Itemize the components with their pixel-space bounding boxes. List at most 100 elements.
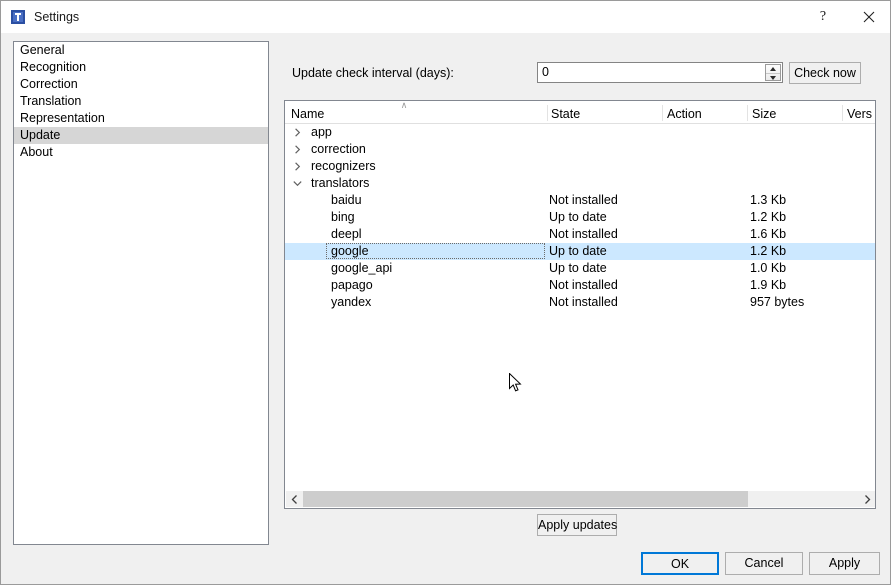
cell-size: 1.3 Kb	[750, 192, 845, 209]
cell-vers	[845, 260, 875, 277]
table-row[interactable]: recognizers	[285, 158, 875, 175]
divider	[1, 546, 891, 547]
cell-state	[549, 175, 661, 192]
scroll-left-button[interactable]	[286, 491, 303, 507]
table-row[interactable]: baidu Not installed 1.3 Kb	[285, 192, 875, 209]
sidebar-item-label: Correction	[20, 77, 78, 91]
table-row[interactable]: deeplNot installed1.6 Kb	[285, 226, 875, 243]
chevron-left-icon	[291, 495, 298, 504]
cell-state: Not installed	[549, 192, 661, 209]
updates-tree-panel: ∧ Name State Action Size Vers appcorrect…	[284, 100, 876, 509]
sidebar-item-label: Update	[20, 128, 60, 142]
chevron-down-icon[interactable]	[291, 175, 305, 192]
sidebar-item-correction[interactable]: Correction	[14, 76, 268, 93]
cell-state: Up to date	[549, 260, 661, 277]
sidebar-item-recognition[interactable]: Recognition	[14, 59, 268, 76]
app-icon	[10, 9, 26, 25]
chevron-right-icon[interactable]	[291, 158, 305, 175]
sidebar-item-label: Representation	[20, 111, 105, 125]
sidebar-item-label: General	[20, 43, 64, 57]
cell-size	[750, 141, 845, 158]
cancel-button[interactable]: Cancel	[725, 552, 803, 575]
cell-size: 1.9 Kb	[750, 277, 845, 294]
cell-name: baidu	[285, 192, 545, 209]
spinner-buttons[interactable]	[765, 64, 781, 81]
table-row[interactable]: translators	[285, 175, 875, 192]
column-header-size[interactable]: Size	[752, 106, 840, 124]
sidebar-item-representation[interactable]: Representation	[14, 110, 268, 127]
table-row[interactable]: googleUp to date1.2 Kb	[285, 243, 875, 260]
help-button[interactable]: ?	[800, 1, 846, 33]
help-icon: ?	[800, 1, 846, 33]
cell-vers	[845, 158, 875, 175]
table-row[interactable]: bingUp to date1.2 Kb	[285, 209, 875, 226]
cell-state	[549, 141, 661, 158]
update-interval-spinbox[interactable]: 0	[537, 62, 783, 83]
cell-vers	[845, 294, 875, 311]
cell-name-label: papago	[331, 277, 373, 294]
check-now-button[interactable]: Check now	[789, 62, 861, 84]
cell-name-label: baidu	[331, 192, 362, 209]
sidebar-item-general[interactable]: General	[14, 42, 268, 59]
column-header-action[interactable]: Action	[667, 106, 745, 124]
scroll-right-button[interactable]	[859, 491, 876, 507]
cell-action	[665, 192, 750, 209]
chevron-right-icon	[864, 495, 871, 504]
category-list[interactable]: General RecognitionCorrection Translation R…	[13, 41, 269, 545]
cell-name: correction	[285, 141, 545, 158]
table-row[interactable]: papago Not installed 1.9 Kb	[285, 277, 875, 294]
scrollbar-track[interactable]	[303, 491, 859, 507]
cell-name-label: app	[311, 124, 332, 141]
header-separator	[662, 105, 663, 121]
cell-action	[665, 158, 750, 175]
chevron-right-icon[interactable]	[291, 141, 305, 158]
column-header-version[interactable]: Vers	[847, 106, 875, 124]
cell-name-label: google	[331, 243, 369, 260]
cell-vers	[845, 175, 875, 192]
cell-state: Up to date	[549, 209, 661, 226]
cell-action	[665, 294, 750, 311]
table-row[interactable]: google_apiUp to date 1.0 Kb	[285, 260, 875, 277]
sidebar-item-about[interactable]: About	[14, 144, 268, 161]
chevron-up-icon	[770, 67, 776, 71]
cell-name: google	[285, 243, 545, 260]
cell-name: google_api	[285, 260, 545, 277]
cell-vers	[845, 226, 875, 243]
cell-state	[549, 158, 661, 175]
chevron-down-icon	[770, 76, 776, 80]
chevron-right-icon[interactable]	[291, 124, 305, 141]
cell-size: 1.6 Kb	[750, 226, 845, 243]
cell-vers	[845, 209, 875, 226]
title-bar: Settings ?	[1, 1, 891, 33]
cell-name: bing	[285, 209, 545, 226]
cell-state: Not installed	[549, 277, 661, 294]
sidebar-item-update[interactable]: Update	[14, 127, 268, 144]
cell-name: recognizers	[285, 158, 545, 175]
cell-name-label: yandex	[331, 294, 371, 311]
cell-vers	[845, 124, 875, 141]
table-row[interactable]: yandexNot installed957 bytes	[285, 294, 875, 311]
ok-button[interactable]: OK	[641, 552, 719, 575]
close-button[interactable]	[846, 1, 891, 33]
cell-name: app	[285, 124, 545, 141]
sidebar-item-translation[interactable]: Translation	[14, 93, 268, 110]
cell-size: 1.0 Kb	[750, 260, 845, 277]
column-header-name[interactable]: Name	[291, 106, 541, 124]
cell-action	[665, 141, 750, 158]
spinner-up-button[interactable]	[766, 65, 780, 73]
table-row[interactable]: correction	[285, 141, 875, 158]
table-row[interactable]: app	[285, 124, 875, 141]
scrollbar-thumb[interactable]	[303, 491, 748, 507]
header-separator	[547, 105, 548, 121]
cell-action	[665, 124, 750, 141]
update-interval-value: 0	[542, 63, 549, 82]
apply-button[interactable]: Apply	[809, 552, 880, 575]
horizontal-scrollbar[interactable]	[286, 490, 876, 507]
spinner-down-button[interactable]	[766, 73, 780, 82]
apply-updates-button[interactable]: Apply updates	[537, 514, 617, 536]
cell-size	[750, 175, 845, 192]
sidebar-item-label: Translation	[20, 94, 81, 108]
cell-name-label: recognizers	[311, 158, 376, 175]
column-header-state[interactable]: State	[551, 106, 659, 124]
cell-name: translators	[285, 175, 545, 192]
